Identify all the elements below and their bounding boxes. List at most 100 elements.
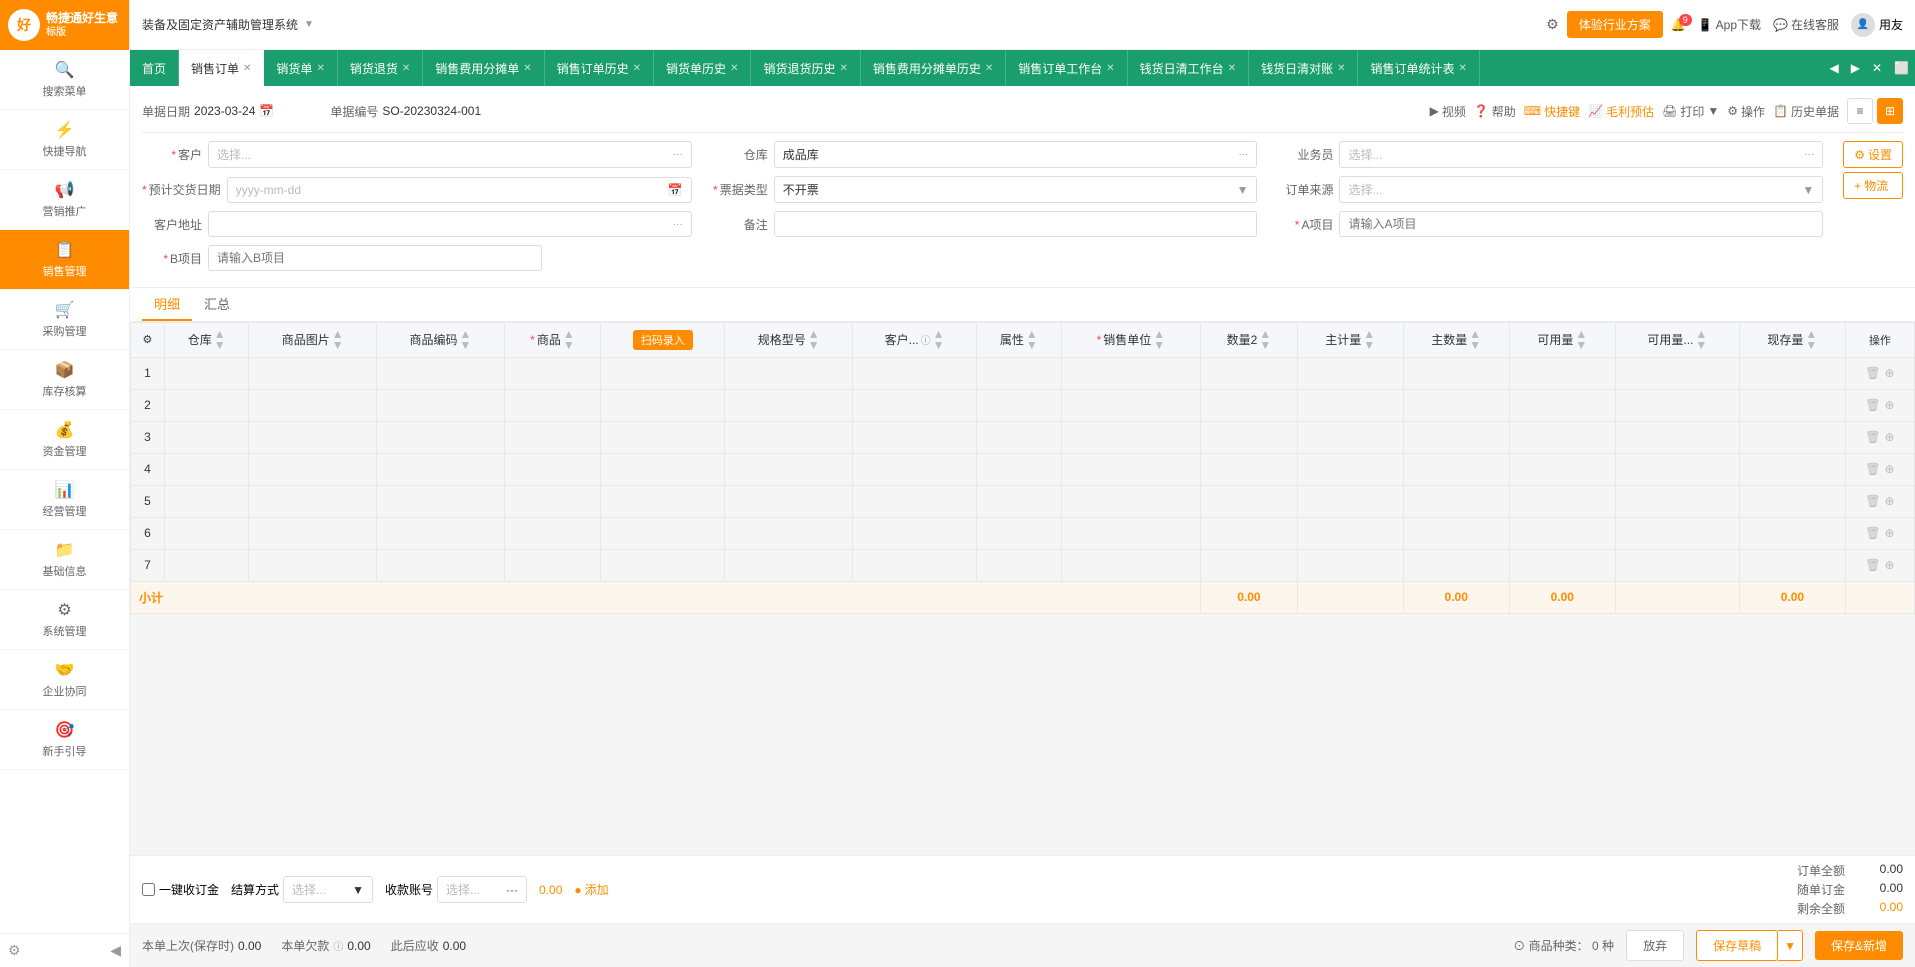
tab-detail[interactable]: 明细 <box>142 288 192 321</box>
list-view-btn[interactable]: ≡ <box>1847 98 1873 124</box>
delete-icon[interactable]: 🗑 <box>1865 462 1880 476</box>
tab-sales-order-close[interactable]: ✕ <box>243 63 251 74</box>
print-action[interactable]: 🖨 打印 ▼ <box>1662 103 1719 120</box>
calendar-icon[interactable]: 📅 <box>259 104 274 118</box>
tab-order-stats[interactable]: 销售订单统计表 ✕ <box>1358 50 1479 86</box>
row-available-qty[interactable] <box>1509 357 1615 389</box>
collection-account-select[interactable]: 选择... ··· <box>437 876 527 903</box>
delete-icon[interactable]: 🗑 <box>1865 494 1880 508</box>
profit-action[interactable]: 📈 毛利预估 <box>1588 103 1654 120</box>
view-action[interactable]: ▶ 视频 <box>1430 103 1466 120</box>
tab-sales-return[interactable]: 销货退货 ✕ <box>338 50 423 86</box>
tab-expand-btn[interactable]: ⬜ <box>1888 50 1915 86</box>
tab-daily-reconcile-close[interactable]: ✕ <box>1337 63 1345 74</box>
notification-bell[interactable]: 🔔 9 <box>1671 18 1686 32</box>
customer-input[interactable]: 选择... ··· <box>208 141 692 168</box>
order-source-select[interactable]: 选择... ▼ <box>1339 176 1823 203</box>
tab-cost-split[interactable]: 销售费用分摊单 ✕ <box>423 50 544 86</box>
user-menu[interactable]: 👤 用友 <box>1851 13 1903 37</box>
sidebar-item-search[interactable]: 🔍 搜索菜单 <box>0 50 129 110</box>
sidebar-item-finance[interactable]: 💰 资金管理 <box>0 410 129 470</box>
payment-method-select[interactable]: 选择... ▼ <box>283 876 373 903</box>
discard-button[interactable]: 放弃 <box>1626 930 1684 961</box>
row-attribute[interactable] <box>977 357 1061 389</box>
salesperson-input[interactable]: 选择... ··· <box>1339 141 1823 168</box>
invoice-type-select[interactable]: 不开票 ▼ <box>774 176 1258 203</box>
row-product-code[interactable] <box>377 357 505 389</box>
row-main-qty[interactable] <box>1403 357 1509 389</box>
add-link[interactable]: ● 添加 <box>574 881 608 898</box>
sidebar-item-purchase[interactable]: 🛒 采购管理 <box>0 290 129 350</box>
tab-cost-history[interactable]: 销售费用分摊单历史 ✕ <box>861 50 1006 86</box>
b-project-input[interactable] <box>208 245 542 271</box>
sidebar-item-inventory[interactable]: 📦 库存核算 <box>0 350 129 410</box>
copy-icon[interactable]: ⊕ <box>1885 398 1895 412</box>
copy-icon[interactable]: ⊕ <box>1885 494 1895 508</box>
sidebar-item-basic-info[interactable]: 📁 基础信息 <box>0 530 129 590</box>
tab-order-workbench-close[interactable]: ✕ <box>1106 63 1114 74</box>
tab-order-history[interactable]: 销售订单历史 ✕ <box>545 50 654 86</box>
shortcut-action[interactable]: ⌨ 快捷键 <box>1524 103 1580 120</box>
sidebar-item-guide[interactable]: 🎯 新手引导 <box>0 710 129 770</box>
tab-sales-return-close[interactable]: ✕ <box>402 63 410 74</box>
delete-icon[interactable]: 🗑 <box>1865 526 1880 540</box>
a-project-input[interactable] <box>1339 211 1823 237</box>
col-gear[interactable]: ⚙ <box>131 323 165 358</box>
sidebar-item-nav[interactable]: ⚡ 快捷导航 <box>0 110 129 170</box>
topbar-gear-icon[interactable]: ⚙ <box>1546 16 1559 33</box>
tab-daily-reconcile[interactable]: 钱货日清对账 ✕ <box>1249 50 1358 86</box>
app-selector[interactable]: 装备及固定资产辅助管理系统 ▼ <box>142 16 1538 33</box>
date-value[interactable]: 2023-03-24 <box>194 104 255 118</box>
setting-button[interactable]: ⚙ 设置 <box>1843 141 1903 168</box>
app-download-link[interactable]: 📱 App下载 <box>1698 16 1761 33</box>
help-action[interactable]: ❓ 帮助 <box>1474 103 1516 120</box>
add-goods-button[interactable]: + 物流 <box>1843 172 1903 199</box>
tab-delivery-history[interactable]: 销货单历史 ✕ <box>654 50 751 86</box>
tab-return-history-close[interactable]: ✕ <box>839 63 847 74</box>
copy-icon[interactable]: ⊕ <box>1885 462 1895 476</box>
tab-sales-order[interactable]: 销售订单 ✕ <box>179 50 264 86</box>
tab-order-stats-close[interactable]: ✕ <box>1459 63 1467 74</box>
save-new-button[interactable]: 保存&新增 <box>1815 931 1903 960</box>
one-click-checkbox-input[interactable] <box>142 883 155 896</box>
sidebar-item-sales[interactable]: 📋 销售管理 <box>0 230 129 290</box>
tab-home[interactable]: 首页 <box>130 50 179 86</box>
tab-sales-delivery[interactable]: 销货单 ✕ <box>264 50 337 86</box>
tab-order-history-close[interactable]: ✕ <box>633 63 641 74</box>
row-current-qty[interactable] <box>1739 357 1845 389</box>
row-customer-code[interactable] <box>853 357 977 389</box>
row-available-qty2[interactable] <box>1615 357 1739 389</box>
settings-bottom-icon[interactable]: ⚙ <box>8 942 21 959</box>
row-product-img[interactable] <box>249 357 377 389</box>
tab-order-workbench[interactable]: 销售订单工作台 ✕ <box>1006 50 1127 86</box>
row-qty2[interactable] <box>1201 357 1297 389</box>
warehouse-input[interactable]: 成品库 ··· <box>774 141 1258 168</box>
history-action[interactable]: 📋 历史单据 <box>1773 103 1839 120</box>
tab-cost-history-close[interactable]: ✕ <box>985 63 993 74</box>
copy-icon[interactable]: ⊕ <box>1885 558 1895 572</box>
tab-prev-btn[interactable]: ◀ <box>1824 50 1845 86</box>
online-service-link[interactable]: 💬 在线客服 <box>1773 16 1839 33</box>
tab-return-history[interactable]: 销货退货历史 ✕ <box>751 50 860 86</box>
save-draft-arrow-button[interactable]: ▼ <box>1778 930 1803 961</box>
copy-icon[interactable]: ⊕ <box>1885 366 1895 380</box>
tab-daily-workbench-close[interactable]: ✕ <box>1228 63 1236 74</box>
row-spec[interactable] <box>725 357 853 389</box>
delete-icon[interactable]: 🗑 <box>1865 558 1880 572</box>
row-sales-unit[interactable] <box>1061 357 1201 389</box>
collapse-icon[interactable]: ◀ <box>110 942 121 959</box>
copy-icon[interactable]: ⊕ <box>1885 430 1895 444</box>
sidebar-item-system[interactable]: ⚙ 系统管理 <box>0 590 129 650</box>
scan-button[interactable]: 扫码录入 <box>633 330 693 350</box>
delivery-date-input[interactable]: yyyy-mm-dd 📅 <box>227 177 692 203</box>
sidebar-item-operations[interactable]: 📊 经营管理 <box>0 470 129 530</box>
solution-button[interactable]: 体验行业方案 <box>1567 11 1663 38</box>
remark-input[interactable] <box>774 211 1258 237</box>
tab-daily-workbench[interactable]: 钱货日清工作台 ✕ <box>1128 50 1249 86</box>
row-product[interactable] <box>504 357 600 389</box>
sidebar-item-marketing[interactable]: 📢 营销推广 <box>0 170 129 230</box>
tab-sales-delivery-close[interactable]: ✕ <box>316 63 324 74</box>
delete-icon[interactable]: 🗑 <box>1865 398 1880 412</box>
row-main-unit[interactable] <box>1297 357 1403 389</box>
copy-icon[interactable]: ⊕ <box>1885 526 1895 540</box>
